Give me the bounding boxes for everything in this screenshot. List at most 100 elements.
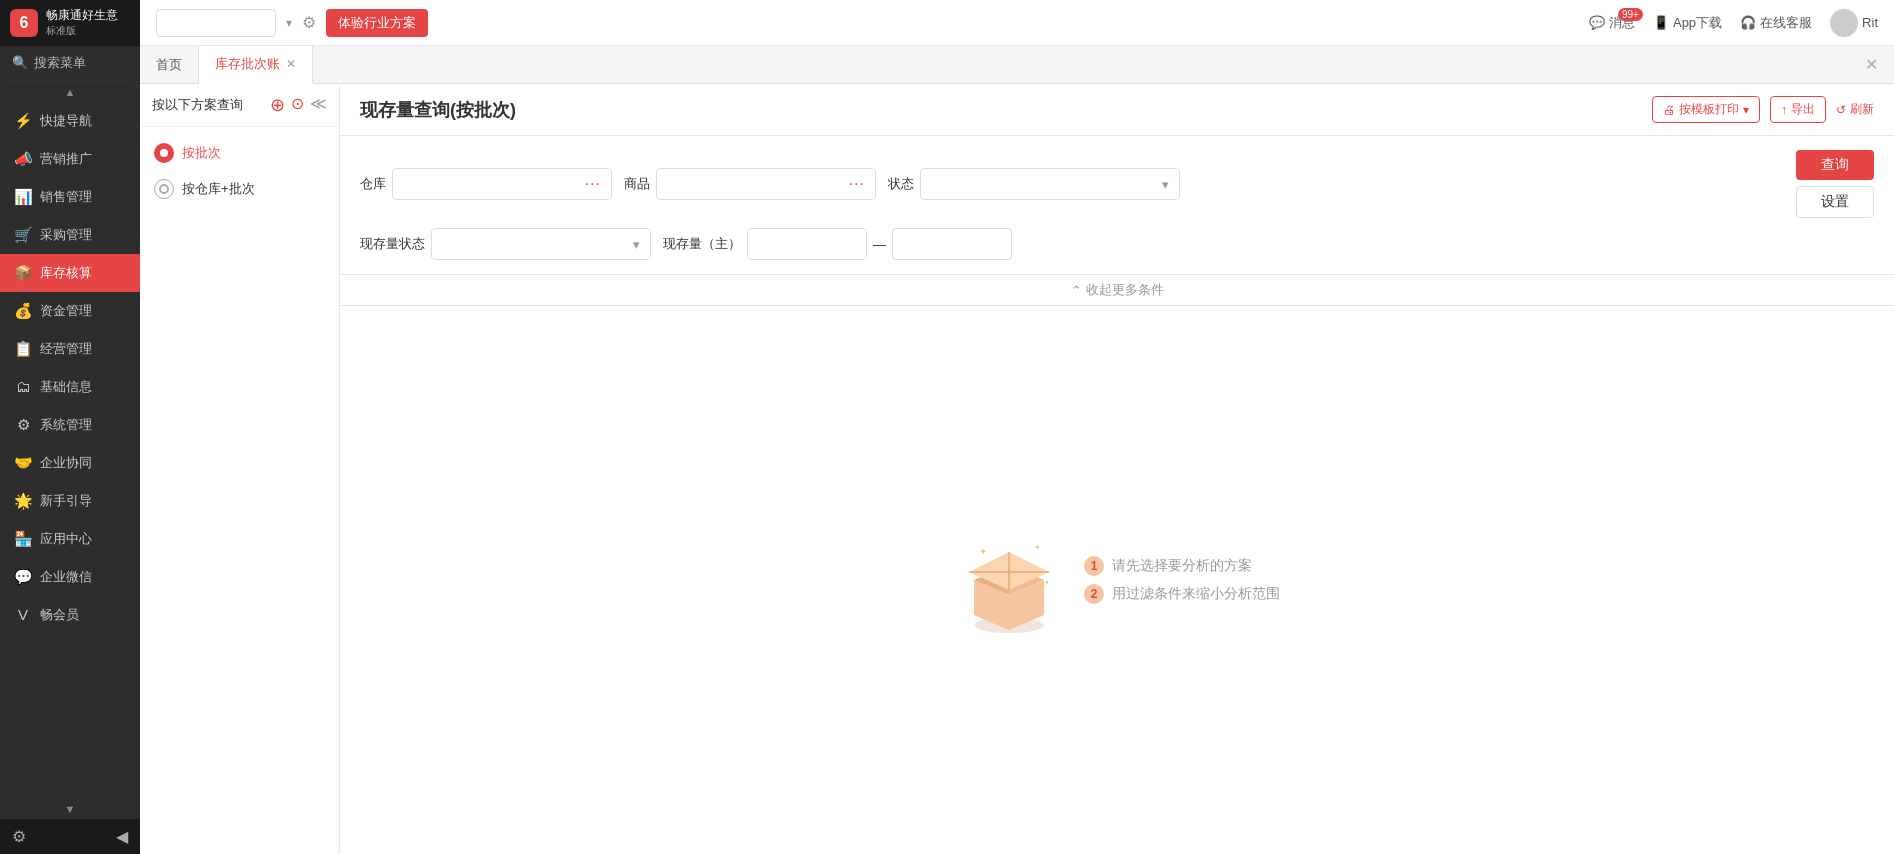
filter-row-2: 现存量状态 ▾ 现存量（主） — (360, 228, 1874, 260)
sidebar-item-wechat[interactable]: 💬 企业微信 (0, 558, 140, 596)
sidebar-item-marketing[interactable]: 📣 营销推广 (0, 140, 140, 178)
template-print-btn[interactable]: 🖨 按模板打印 ▾ (1652, 96, 1760, 123)
avatar (1830, 9, 1858, 37)
hint-num-2: 2 (1084, 584, 1104, 604)
sidebar-item-inventory[interactable]: 📦 库存核算 (0, 254, 140, 292)
enterprise-icon: 🤝 (14, 454, 32, 472)
footer-settings-icon[interactable]: ⚙ (12, 827, 26, 846)
svg-text:✦: ✦ (979, 546, 987, 557)
sidebar-item-purchase[interactable]: 🛒 采购管理 (0, 216, 140, 254)
sidebar-item-enterprise[interactable]: 🤝 企业协同 (0, 444, 140, 482)
sidebar-item-system[interactable]: ⚙ 系统管理 (0, 406, 140, 444)
filter-dash: — (873, 237, 886, 252)
tab-close-icon[interactable]: ✕ (286, 57, 296, 71)
settings-scheme-icon[interactable]: ⊙ (291, 94, 304, 116)
app-info: 畅康通好生意 标准版 (46, 8, 118, 38)
sidebar-nav: ⚡ 快捷导航 📣 营销推广 📊 销售管理 🛒 采购管理 📦 库存核算 💰 资金管… (0, 102, 140, 798)
export-btn[interactable]: ↑ 导出 (1770, 96, 1826, 123)
stock-status-label: 现存量状态 (360, 235, 425, 253)
sidebar-item-finance[interactable]: 💰 资金管理 (0, 292, 140, 330)
search-icon: 🔍 (12, 55, 28, 70)
hint-num-1: 1 (1084, 556, 1104, 576)
topbar: ▾ ⚙ 体验行业方案 💬 消息 99+ 📱 App下载 🎧 在线客服 Rit (140, 0, 1894, 46)
left-panel-title: 按以下方案查询 (152, 96, 243, 114)
tab-home-label: 首页 (156, 56, 182, 74)
filter-area: 仓库 ··· 商品 ··· (340, 136, 1894, 275)
add-scheme-icon[interactable]: ⊕ (270, 94, 285, 116)
status-label: 状态 (888, 175, 914, 193)
marketing-icon: 📣 (14, 150, 32, 168)
settings-btn[interactable]: 设置 (1796, 186, 1874, 218)
sidebar-item-label: 新手引导 (40, 492, 92, 510)
company-name: 畅康通好生意 (46, 8, 118, 24)
tab-inventory-batch[interactable]: 库存批次账 ✕ (199, 46, 313, 84)
sidebar-item-label: 应用中心 (40, 530, 92, 548)
warehouse-input[interactable]: ··· (392, 168, 612, 200)
stock-status-select[interactable]: ▾ (431, 228, 651, 260)
tab-inventory-batch-label: 库存批次账 (215, 55, 280, 73)
online-service-btn[interactable]: 🎧 在线客服 (1740, 14, 1812, 32)
headset-icon: 🎧 (1740, 15, 1756, 30)
content-area: 按以下方案查询 ⊕ ⊙ ≪ 按批次 按仓库 (140, 84, 1894, 854)
sidebar-item-label: 经营管理 (40, 340, 92, 358)
svg-point-1 (160, 185, 168, 193)
stock-quantity-min[interactable] (747, 228, 867, 260)
goods-input[interactable]: ··· (656, 168, 876, 200)
export-icon: ↑ (1781, 103, 1787, 117)
app-download-btn[interactable]: 📱 App下载 (1653, 14, 1722, 32)
refresh-btn[interactable]: ↺ 刷新 (1836, 101, 1874, 118)
warehouse-filter: 仓库 ··· (360, 168, 612, 200)
svg-text:✦: ✦ (1034, 543, 1041, 552)
sidebar-item-member[interactable]: V 畅会员 (0, 596, 140, 634)
sidebar-item-operations[interactable]: 📋 经营管理 (0, 330, 140, 368)
sidebar-header: 6 畅康通好生意 标准版 (0, 0, 140, 46)
experience-btn[interactable]: 体验行业方案 (326, 9, 428, 37)
topbar-search-input[interactable] (156, 9, 276, 37)
user-avatar-btn[interactable]: Rit (1830, 9, 1878, 37)
sidebar-item-basics[interactable]: 🗂 基础信息 (0, 368, 140, 406)
collapse-label: 收起更多条件 (1086, 281, 1164, 299)
sidebar-item-guide[interactable]: 🌟 新手引导 (0, 482, 140, 520)
refresh-icon: ↺ (1836, 103, 1846, 117)
warehouse-dots-icon: ··· (585, 175, 601, 193)
sidebar: 6 畅康通好生意 标准版 🔍 搜索菜单 ▲ ⚡ 快捷导航 📣 营销推广 📊 销售… (0, 0, 140, 854)
collapse-up-icon: ⌃ (1071, 283, 1082, 298)
topbar-right: 💬 消息 99+ 📱 App下载 🎧 在线客服 Rit (1589, 9, 1878, 37)
hint-text-2: 用过滤条件来缩小分析范围 (1112, 585, 1280, 603)
sidebar-item-label: 企业协同 (40, 454, 92, 472)
tab-home[interactable]: 首页 (140, 46, 199, 84)
sidebar-item-quick-nav[interactable]: ⚡ 快捷导航 (0, 102, 140, 140)
stock-status-chevron-icon: ▾ (633, 237, 640, 252)
print-chevron-icon: ▾ (1743, 103, 1749, 117)
sidebar-item-label: 资金管理 (40, 302, 92, 320)
appstore-icon: 🏪 (14, 530, 32, 548)
sidebar-item-label: 基础信息 (40, 378, 92, 396)
page-close-btn[interactable]: ✕ (1849, 55, 1894, 74)
sidebar-search[interactable]: 🔍 搜索菜单 (0, 46, 140, 80)
topbar-chevron-icon[interactable]: ▾ (286, 16, 292, 30)
sidebar-footer: ⚙ ◀ (0, 819, 140, 854)
stock-status-filter: 现存量状态 ▾ (360, 228, 651, 260)
sidebar-item-sales[interactable]: 📊 销售管理 (0, 178, 140, 216)
right-panel: 现存量查询(按批次) 🖨 按模板打印 ▾ ↑ 导出 ↺ 刷新 (340, 84, 1894, 854)
messages-badge: 99+ (1618, 8, 1643, 21)
topbar-gear-icon[interactable]: ⚙ (302, 13, 316, 32)
collapse-row[interactable]: ⌃ 收起更多条件 (340, 275, 1894, 306)
page-title: 现存量查询(按批次) (360, 98, 516, 134)
footer-collapse-icon[interactable]: ◀ (116, 827, 128, 846)
messages-btn[interactable]: 💬 消息 99+ (1589, 14, 1635, 32)
sidebar-scroll-up[interactable]: ▲ (0, 81, 140, 102)
empty-box-svg: ✦ ✦ ✦ (954, 530, 1064, 640)
scheme-item-by-batch[interactable]: 按批次 (140, 135, 339, 171)
sidebar-scroll-down[interactable]: ▼ (0, 798, 140, 819)
collapse-panel-icon[interactable]: ≪ (310, 94, 327, 116)
status-select[interactable]: ▾ (920, 168, 1180, 200)
app-logo: 6 (10, 9, 38, 37)
empty-state: ✦ ✦ ✦ 1 请先选择要分析的方案 2 用过滤条件来缩小分析范围 (340, 306, 1894, 854)
filter-row-1: 仓库 ··· 商品 ··· (360, 150, 1874, 218)
scheme-item-by-warehouse-batch[interactable]: 按仓库+批次 (140, 171, 339, 207)
sidebar-item-appstore[interactable]: 🏪 应用中心 (0, 520, 140, 558)
query-btn[interactable]: 查询 (1796, 150, 1874, 180)
stock-quantity-max[interactable] (892, 228, 1012, 260)
basics-icon: 🗂 (14, 378, 32, 396)
